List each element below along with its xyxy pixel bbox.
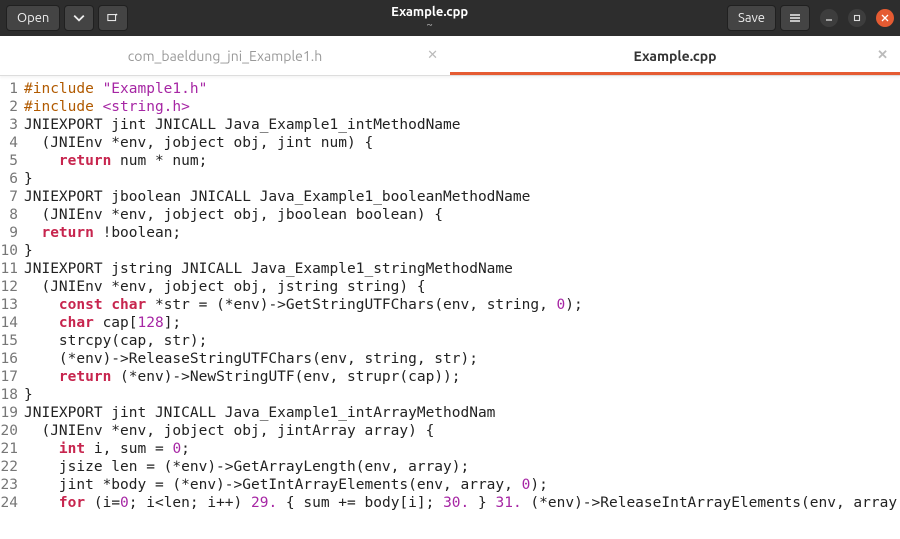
- code-content[interactable]: jint *body = (*env)->GetIntArrayElements…: [24, 476, 900, 494]
- tab-example-cpp[interactable]: Example.cpp ✕: [450, 36, 900, 75]
- line-number: 5: [0, 152, 24, 170]
- line-number: 1: [0, 80, 24, 98]
- code-line[interactable]: 23 jint *body = (*env)->GetIntArrayEleme…: [0, 476, 900, 494]
- line-number: 4: [0, 134, 24, 152]
- code-content[interactable]: (JNIEnv *env, jobject obj, jintArray arr…: [24, 422, 900, 440]
- close-icon[interactable]: ✕: [427, 48, 438, 63]
- line-number: 8: [0, 206, 24, 224]
- code-content[interactable]: JNIEXPORT jstring JNICALL Java_Example1_…: [24, 260, 900, 278]
- line-number: 6: [0, 170, 24, 188]
- code-line[interactable]: 2#include <string.h>: [0, 98, 900, 116]
- line-number: 24: [0, 494, 24, 512]
- code-content[interactable]: char cap[128];: [24, 314, 900, 332]
- line-number: 14: [0, 314, 24, 332]
- code-line[interactable]: 6}: [0, 170, 900, 188]
- code-line[interactable]: 22 jsize len = (*env)->GetArrayLength(en…: [0, 458, 900, 476]
- line-number: 19: [0, 404, 24, 422]
- code-line[interactable]: 5 return num * num;: [0, 152, 900, 170]
- new-tab-icon: [107, 12, 119, 24]
- code-line[interactable]: 1#include "Example1.h": [0, 80, 900, 98]
- line-number: 13: [0, 296, 24, 314]
- code-content[interactable]: (*env)->ReleaseStringUTFChars(env, strin…: [24, 350, 900, 368]
- hamburger-icon: [789, 12, 801, 24]
- code-line[interactable]: 24 for (i=0; i<len; i++) 29. { sum += bo…: [0, 494, 900, 512]
- code-line[interactable]: 10}: [0, 242, 900, 260]
- code-content[interactable]: }: [24, 170, 900, 188]
- tab-label: Example.cpp: [633, 48, 716, 64]
- line-number: 18: [0, 386, 24, 404]
- open-recent-dropdown[interactable]: [64, 5, 94, 31]
- line-number: 9: [0, 224, 24, 242]
- new-tab-button[interactable]: [98, 5, 128, 31]
- code-content[interactable]: #include <string.h>: [24, 98, 900, 116]
- line-number: 16: [0, 350, 24, 368]
- code-line[interactable]: 18}: [0, 386, 900, 404]
- line-number: 15: [0, 332, 24, 350]
- code-content[interactable]: strcpy(cap, str);: [24, 332, 900, 350]
- code-content[interactable]: (JNIEnv *env, jobject obj, jboolean bool…: [24, 206, 900, 224]
- code-content[interactable]: (JNIEnv *env, jobject obj, jstring strin…: [24, 278, 900, 296]
- code-content[interactable]: JNIEXPORT jint JNICALL Java_Example1_int…: [24, 404, 900, 422]
- open-button[interactable]: Open: [6, 5, 60, 31]
- maximize-button[interactable]: [848, 9, 866, 27]
- code-line[interactable]: 7JNIEXPORT jboolean JNICALL Java_Example…: [0, 188, 900, 206]
- window-title: Example.cpp: [132, 5, 727, 19]
- chevron-down-icon: [73, 12, 85, 24]
- code-line[interactable]: 21 int i, sum = 0;: [0, 440, 900, 458]
- tab-label: com_baeldung_jni_Example1.h: [128, 48, 322, 64]
- line-number: 20: [0, 422, 24, 440]
- code-content[interactable]: (JNIEnv *env, jobject obj, jint num) {: [24, 134, 900, 152]
- code-content[interactable]: }: [24, 242, 900, 260]
- code-line[interactable]: 14 char cap[128];: [0, 314, 900, 332]
- close-icon[interactable]: ✕: [877, 48, 888, 63]
- code-content[interactable]: return !boolean;: [24, 224, 900, 242]
- line-number: 22: [0, 458, 24, 476]
- line-number: 12: [0, 278, 24, 296]
- window-subtitle: ~: [132, 19, 727, 31]
- code-content[interactable]: const char *str = (*env)->GetStringUTFCh…: [24, 296, 900, 314]
- code-line[interactable]: 15 strcpy(cap, str);: [0, 332, 900, 350]
- code-line[interactable]: 12 (JNIEnv *env, jobject obj, jstring st…: [0, 278, 900, 296]
- code-content[interactable]: #include "Example1.h": [24, 80, 900, 98]
- line-number: 11: [0, 260, 24, 278]
- tabbar: com_baeldung_jni_Example1.h ✕ Example.cp…: [0, 36, 900, 76]
- minimize-icon: [825, 14, 833, 22]
- menu-button[interactable]: [780, 5, 810, 31]
- code-content[interactable]: jsize len = (*env)->GetArrayLength(env, …: [24, 458, 900, 476]
- code-line[interactable]: 4 (JNIEnv *env, jobject obj, jint num) {: [0, 134, 900, 152]
- code-line[interactable]: 8 (JNIEnv *env, jobject obj, jboolean bo…: [0, 206, 900, 224]
- line-number: 23: [0, 476, 24, 494]
- code-line[interactable]: 20 (JNIEnv *env, jobject obj, jintArray …: [0, 422, 900, 440]
- titlebar: Open Example.cpp ~ Save: [0, 0, 900, 36]
- code-content[interactable]: return (*env)->NewStringUTF(env, strupr(…: [24, 368, 900, 386]
- save-button[interactable]: Save: [727, 5, 776, 31]
- line-number: 17: [0, 368, 24, 386]
- code-line[interactable]: 17 return (*env)->NewStringUTF(env, stru…: [0, 368, 900, 386]
- code-content[interactable]: for (i=0; i<len; i++) 29. { sum += body[…: [24, 494, 900, 512]
- code-content[interactable]: JNIEXPORT jboolean JNICALL Java_Example1…: [24, 188, 900, 206]
- line-number: 10: [0, 242, 24, 260]
- window-controls: [820, 9, 894, 27]
- code-content[interactable]: int i, sum = 0;: [24, 440, 900, 458]
- tab-header-file[interactable]: com_baeldung_jni_Example1.h ✕: [0, 36, 450, 75]
- code-content[interactable]: JNIEXPORT jint JNICALL Java_Example1_int…: [24, 116, 900, 134]
- code-line[interactable]: 11JNIEXPORT jstring JNICALL Java_Example…: [0, 260, 900, 278]
- code-line[interactable]: 9 return !boolean;: [0, 224, 900, 242]
- title-area: Example.cpp ~: [132, 5, 727, 31]
- line-number: 2: [0, 98, 24, 116]
- line-number: 7: [0, 188, 24, 206]
- line-number: 3: [0, 116, 24, 134]
- code-line[interactable]: 19JNIEXPORT jint JNICALL Java_Example1_i…: [0, 404, 900, 422]
- code-content[interactable]: }: [24, 386, 900, 404]
- code-line[interactable]: 16 (*env)->ReleaseStringUTFChars(env, st…: [0, 350, 900, 368]
- minimize-button[interactable]: [820, 9, 838, 27]
- code-line[interactable]: 13 const char *str = (*env)->GetStringUT…: [0, 296, 900, 314]
- line-number: 21: [0, 440, 24, 458]
- code-content[interactable]: return num * num;: [24, 152, 900, 170]
- close-icon: [881, 14, 889, 22]
- close-button[interactable]: [876, 9, 894, 27]
- code-line[interactable]: 3JNIEXPORT jint JNICALL Java_Example1_in…: [0, 116, 900, 134]
- maximize-icon: [853, 14, 861, 22]
- code-editor[interactable]: 1#include "Example1.h"2#include <string.…: [0, 76, 900, 539]
